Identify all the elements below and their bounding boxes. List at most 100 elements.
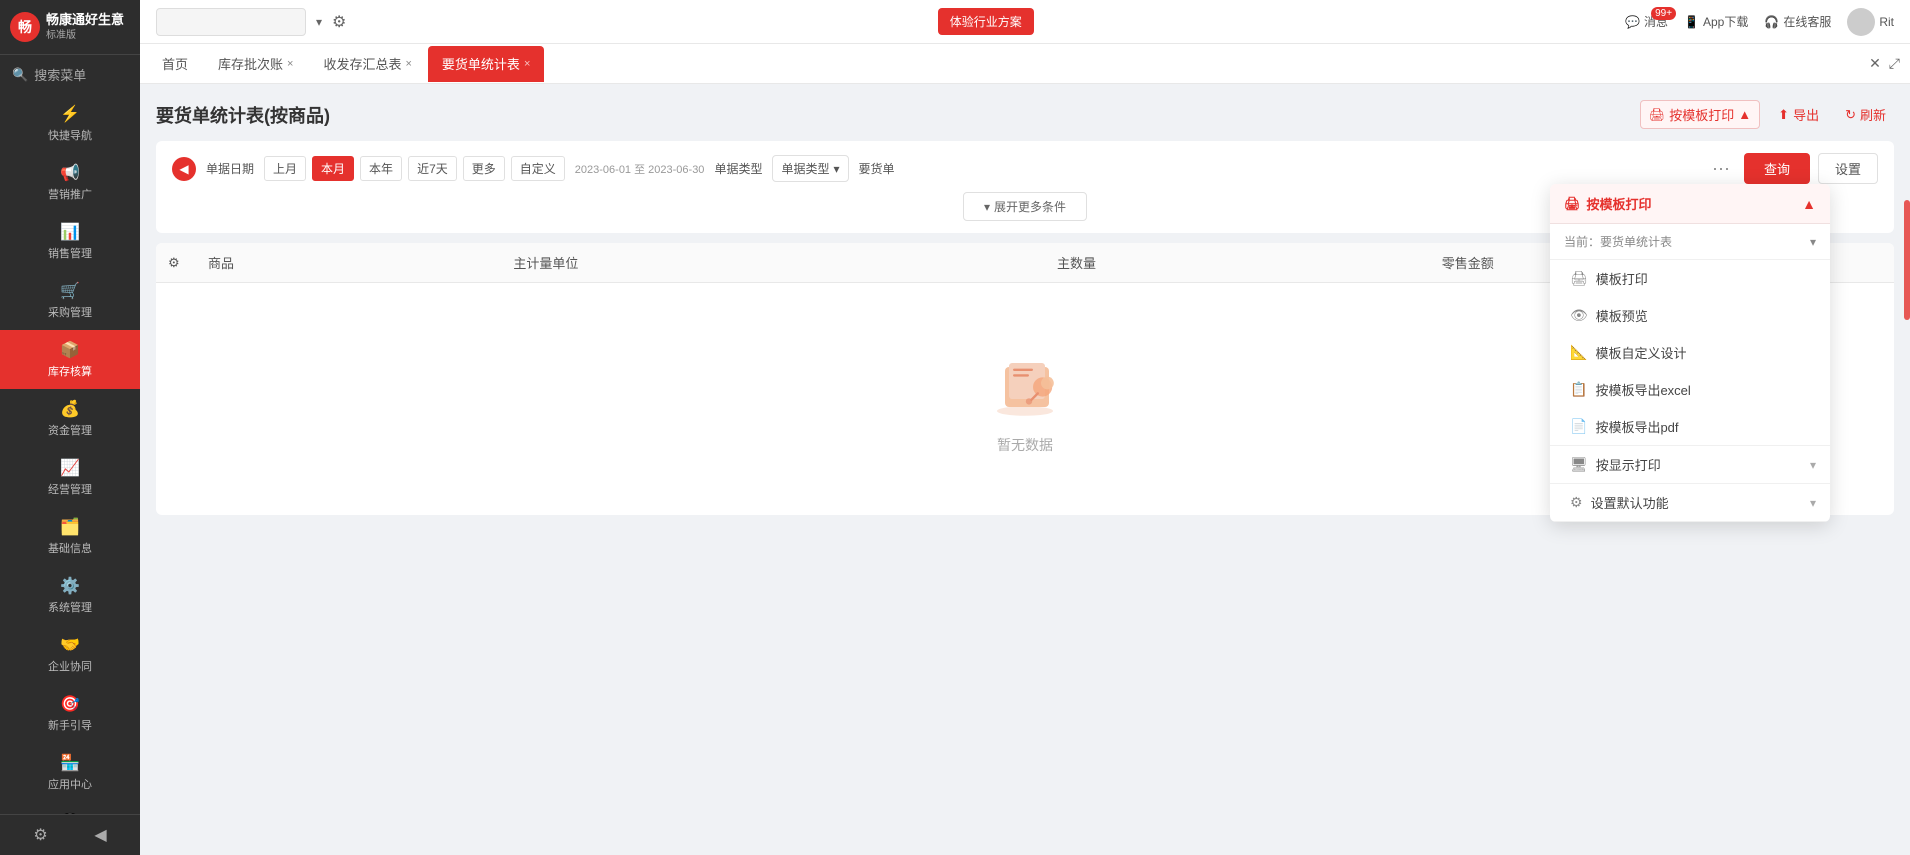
purchase-icon: 🛒 xyxy=(60,281,80,301)
sidebar-item-appstore[interactable]: 🏪 应用中心 xyxy=(0,743,140,802)
date-label: 单据日期 xyxy=(206,160,254,177)
tab-income-summary[interactable]: 收发存汇总表 × xyxy=(309,46,425,82)
tab-close-order-stats[interactable]: × xyxy=(524,58,530,70)
dropdown-template-custom[interactable]: 📐 模板自定义设计 xyxy=(1550,334,1830,371)
sidebar-item-marketing[interactable]: 📢 营销推广 xyxy=(0,153,140,212)
online-service-btn[interactable]: 🎧 在线客服 xyxy=(1764,13,1831,30)
sidebar-item-basic[interactable]: 🗂️ 基础信息 xyxy=(0,507,140,566)
date-current-year[interactable]: 本年 xyxy=(360,156,402,181)
tab-inventory-batch[interactable]: 库存批次账 × xyxy=(204,46,307,82)
date-range-text: 2023-06-01 至 2023-06-30 xyxy=(575,161,705,177)
sidebar-item-quick-nav[interactable]: ⚡ 快捷导航 xyxy=(0,94,140,153)
quick-nav-label: 快捷导航 xyxy=(48,127,92,143)
expand-more-button[interactable]: ▾ 展开更多条件 xyxy=(963,192,1087,221)
enterprise-label: 企业协同 xyxy=(48,658,92,674)
topbar-gear-icon[interactable]: ⚙ xyxy=(332,12,346,32)
sidebar-item-purchase[interactable]: 🛒 采购管理 xyxy=(0,271,140,330)
sidebar-item-operation[interactable]: 📈 经营管理 xyxy=(0,448,140,507)
message-btn[interactable]: 💬 消息 99+ xyxy=(1625,13,1668,30)
dropdown-display-print[interactable]: 🖥 按显示打印 ▾ xyxy=(1550,446,1830,483)
query-button[interactable]: 查询 xyxy=(1744,153,1810,184)
right-scrollbar[interactable] xyxy=(1904,200,1910,320)
date-custom[interactable]: 自定义 xyxy=(511,156,565,181)
window-expand-btn[interactable]: ⤢ xyxy=(1889,55,1900,72)
template-print-dropdown: 🖨 按模板打印 ▲ 当前：要货单统计表 ▾ 🖨 模板打印 xyxy=(1550,184,1830,522)
refresh-icon: ↻ xyxy=(1845,107,1856,123)
doc-type-label: 单据类型 xyxy=(714,160,762,177)
dropdown-export-excel[interactable]: 📋 按模板导出excel xyxy=(1550,371,1830,408)
settings-bottom-icon[interactable]: ⚙ xyxy=(33,825,47,845)
order-type-label: 要货单 xyxy=(859,160,895,177)
filter-settings-button[interactable]: 设置 xyxy=(1818,153,1878,184)
table-header-gear[interactable]: ⚙ xyxy=(156,243,196,283)
finance-icon: 💰 xyxy=(60,399,80,419)
topbar-dropdown-arrow[interactable]: ▾ xyxy=(316,15,322,29)
filter-actions: ··· 查询 设置 xyxy=(1706,153,1878,184)
sidebar-item-guide[interactable]: 🎯 新手引导 xyxy=(0,684,140,743)
dropdown-collapse-arrow[interactable]: ▲ xyxy=(1802,196,1816,212)
date-last-7days[interactable]: 近7天 xyxy=(408,156,457,181)
marketing-icon: 📢 xyxy=(60,163,80,183)
select-arrow-icon: ▾ xyxy=(833,162,839,176)
printer-icon: 🖨 xyxy=(1649,107,1666,123)
template-print-button[interactable]: 🖨 按模板打印 ▲ xyxy=(1640,100,1760,129)
dropdown-template-print[interactable]: 🖨 模板打印 xyxy=(1550,260,1830,297)
printer-icon-dropdown: 🖨 xyxy=(1564,196,1581,212)
topbar: ▾ ⚙ 体验行业方案 💬 消息 99+ 📱 App下载 🎧 在线客服 Rit xyxy=(140,0,1910,44)
window-close-btn[interactable]: ✕ xyxy=(1869,55,1881,72)
wechat-icon: 💬 xyxy=(60,812,80,814)
sidebar-bottom: ⚙ ◀ xyxy=(0,814,140,855)
purchase-label: 采购管理 xyxy=(48,304,92,320)
user-avatar-btn[interactable]: Rit xyxy=(1847,8,1894,36)
headset-icon: 🎧 xyxy=(1764,15,1779,29)
tab-order-stats[interactable]: 要货单统计表 × xyxy=(428,46,544,82)
quick-nav-icon: ⚡ xyxy=(60,104,80,124)
sidebar-item-inventory[interactable]: 📦 库存核算 xyxy=(0,330,140,389)
guide-icon: 🎯 xyxy=(60,694,80,714)
logo-icon: 畅 xyxy=(10,12,40,42)
date-prev-month[interactable]: 上月 xyxy=(264,156,306,181)
current-chevron-icon: ▾ xyxy=(1810,235,1816,249)
tab-home[interactable]: 首页 xyxy=(148,46,202,82)
app-download-btn[interactable]: 📱 App下载 xyxy=(1684,13,1748,30)
page-title: 要货单统计表(按商品) xyxy=(156,102,330,128)
dropdown-section-items: 🖨 模板打印 👁 模板预览 📐 模板自定义设计 xyxy=(1550,260,1830,446)
sidebar-item-wechat[interactable]: 💬 企业微信 xyxy=(0,802,140,814)
logo-text: 畅康通好生意 标准版 xyxy=(46,12,124,42)
filter-more-btn[interactable]: ··· xyxy=(1706,156,1736,181)
dropdown-export-pdf[interactable]: 📄 按模板导出pdf xyxy=(1550,408,1830,445)
tab-close-inventory-batch[interactable]: × xyxy=(287,58,293,70)
display-print-chevron: ▾ xyxy=(1810,458,1816,472)
tab-close-income-summary[interactable]: × xyxy=(405,58,411,70)
date-current-month[interactable]: 本月 xyxy=(312,156,354,181)
operation-icon: 📈 xyxy=(60,458,80,478)
page-content: 要货单统计表(按商品) 🖨 按模板打印 ▲ ⬆ 导出 ↻ 刷新 xyxy=(140,84,1910,855)
experience-button[interactable]: 体验行业方案 xyxy=(938,8,1034,35)
date-more[interactable]: 更多 xyxy=(463,156,505,181)
sidebar-item-system[interactable]: ⚙️ 系统管理 xyxy=(0,566,140,625)
inventory-label: 库存核算 xyxy=(48,363,92,379)
sales-label: 销售管理 xyxy=(48,245,92,261)
doc-type-select[interactable]: 单据类型 ▾ xyxy=(772,155,848,182)
export-button[interactable]: ⬆ 导出 xyxy=(1770,101,1827,128)
dropdown-template-preview[interactable]: 👁 模板预览 xyxy=(1550,297,1830,334)
export-pdf-icon: 📄 xyxy=(1570,418,1587,435)
display-print-icon: 🖥 xyxy=(1570,456,1588,473)
dropdown-default-function[interactable]: ⚙ 设置默认功能 ▾ xyxy=(1550,484,1830,521)
appstore-icon: 🏪 xyxy=(60,753,80,773)
tabs-bar: 首页 库存批次账 × 收发存汇总表 × 要货单统计表 × ✕ ⤢ xyxy=(140,44,1910,84)
sidebar-search[interactable]: 🔍 搜索菜单 xyxy=(0,55,140,94)
sidebar-nav: ⚡ 快捷导航 📢 营销推广 📊 销售管理 🛒 采购管理 📦 库存核算 💰 资金管… xyxy=(0,94,140,814)
sidebar-item-enterprise[interactable]: 🤝 企业协同 xyxy=(0,625,140,684)
sidebar-item-sales[interactable]: 📊 销售管理 xyxy=(0,212,140,271)
export-icon: ⬆ xyxy=(1778,107,1789,123)
template-print-icon: 🖨 xyxy=(1570,270,1588,287)
filter-collapse-btn[interactable]: ◀ xyxy=(172,157,196,181)
basic-icon: 🗂️ xyxy=(60,517,80,537)
sidebar-item-finance[interactable]: 💰 资金管理 xyxy=(0,389,140,448)
topbar-search-input[interactable] xyxy=(156,8,306,36)
refresh-button[interactable]: ↻ 刷新 xyxy=(1837,101,1894,128)
chevron-up-icon: ▲ xyxy=(1738,107,1751,122)
default-function-icon: ⚙ xyxy=(1570,494,1583,511)
collapse-icon[interactable]: ◀ xyxy=(94,825,106,845)
